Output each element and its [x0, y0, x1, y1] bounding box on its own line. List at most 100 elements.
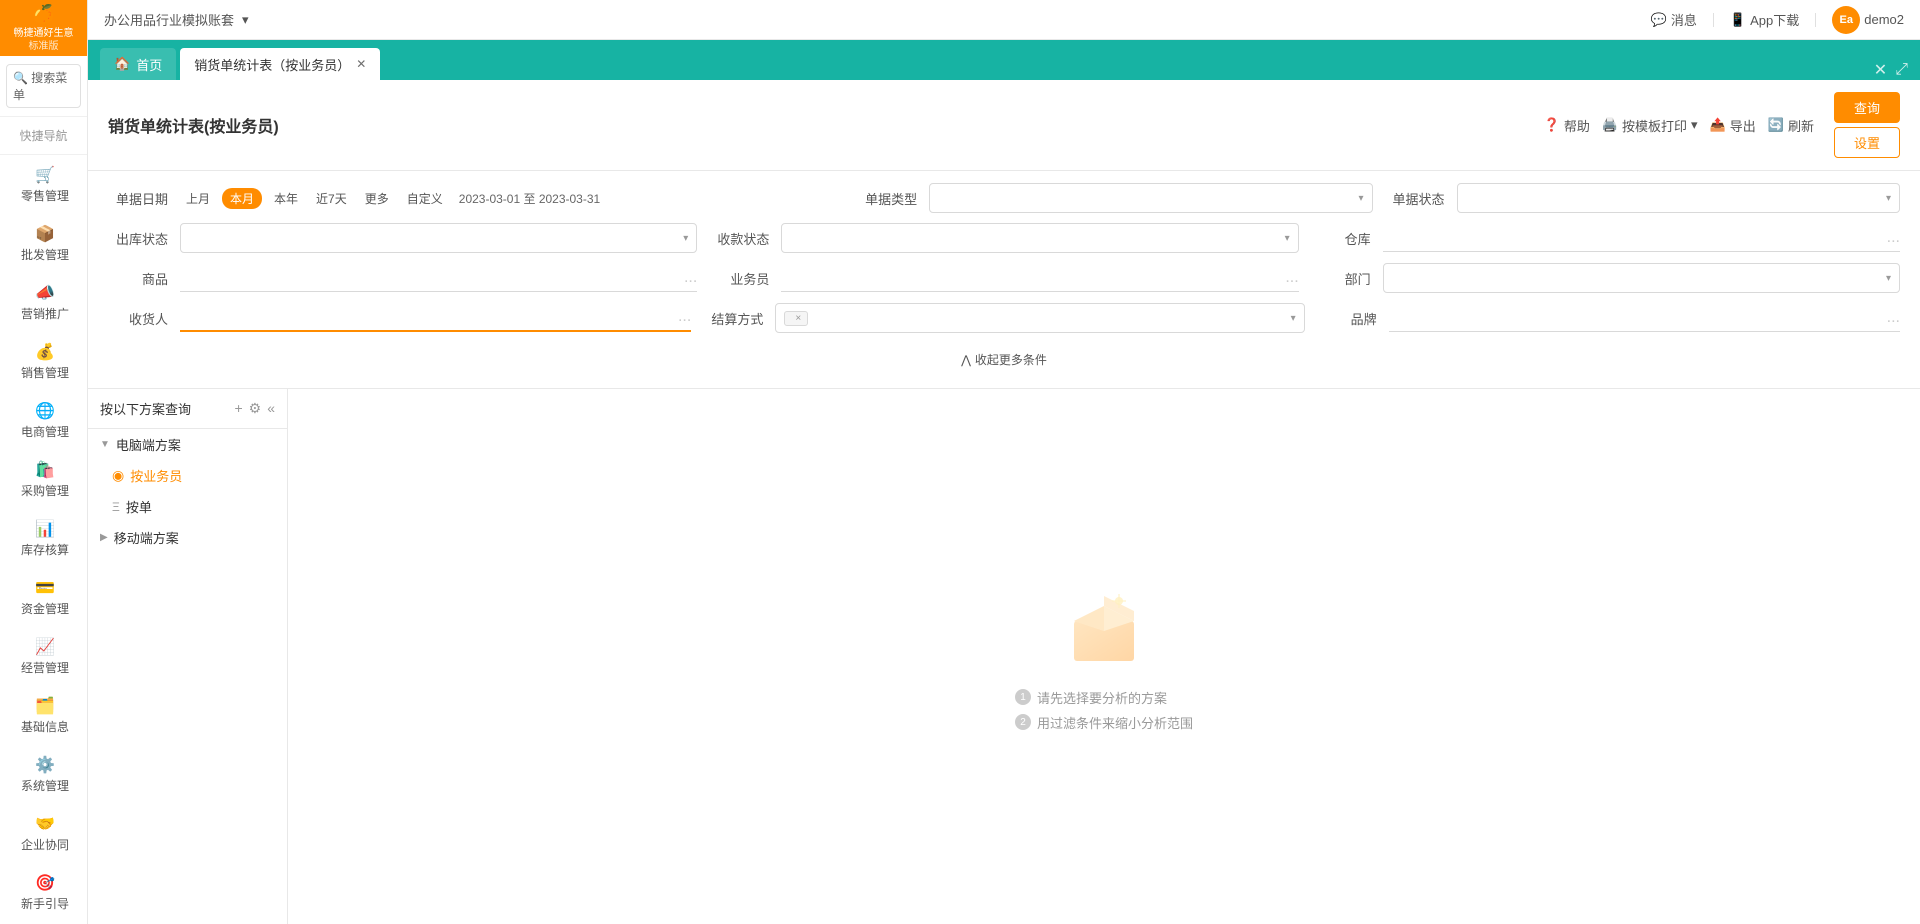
sidebar-item-retail-label: 零售管理: [21, 189, 69, 203]
download-icon: 📱: [1730, 12, 1746, 28]
tip-text-2: 用过滤条件来缩小分析范围: [1037, 713, 1193, 732]
sidebar-item-retail[interactable]: 🛒 零售管理: [0, 155, 87, 214]
user-label: demo2: [1864, 12, 1904, 27]
page-actions: ❓ 帮助 🖨️ 按模板打印 ▾ 📤 导出 🔄 刷新 查询: [1544, 92, 1900, 170]
sidebar-item-newbie[interactable]: 🎯 新手引导: [0, 863, 87, 922]
date-btn-this-year[interactable]: 本年: [268, 188, 304, 209]
sidebar-item-newbie-label: 新手引导: [21, 897, 69, 911]
tree-label-salesman: 按业务员: [130, 466, 182, 485]
sidebar-item-cooperation[interactable]: 🤝 企业协同: [0, 804, 87, 863]
set-button[interactable]: 设置: [1834, 127, 1900, 158]
tab-sales-stat[interactable]: 销货单统计表（按业务员） ✕: [180, 48, 380, 80]
sidebar-item-basic[interactable]: 🗂️ 基础信息: [0, 686, 87, 745]
help-btn[interactable]: ❓ 帮助: [1544, 116, 1590, 135]
salesman-dots[interactable]: ...: [1285, 269, 1298, 287]
topbar: 办公用品行业模拟账套 ▾ 💬 消息 📱 App下载 Ea demo2: [88, 0, 1920, 40]
collapse-icon: ⋀: [961, 353, 971, 367]
query-button[interactable]: 查询: [1834, 92, 1900, 123]
empty-tips: 1 请先选择要分析的方案 2 用过滤条件来缩小分析范围: [1015, 688, 1193, 738]
add-scheme-btn[interactable]: +: [234, 400, 242, 417]
sidebar-item-inventory[interactable]: 📊 库存核算: [0, 509, 87, 568]
sidebar-item-wholesale[interactable]: 📦 批发管理: [0, 214, 87, 273]
left-panel: 按以下方案查询 + ⚙ « ▼ 电脑端方案 ◉ 按业务员: [88, 389, 288, 924]
search-menu-button[interactable]: 🔍 搜索菜单: [6, 64, 81, 108]
refresh-btn[interactable]: 🔄 刷新: [1768, 116, 1814, 135]
doc-type-control: ▾: [929, 183, 1372, 213]
left-panel-icons: + ⚙ «: [234, 400, 275, 417]
sidebar-item-finance[interactable]: 💳 资金管理: [0, 568, 87, 627]
sidebar-item-purchase[interactable]: 🛍️ 采购管理: [0, 450, 87, 509]
goods-input[interactable]: [180, 270, 684, 285]
message-icon: 💬: [1651, 12, 1667, 28]
receiver-input[interactable]: [180, 310, 678, 325]
recv-status-arrow: ▾: [1285, 233, 1290, 244]
date-filter-control: 上月 本月 本年 近7天 更多 自定义 2023-03-01 至 2023-03…: [180, 188, 845, 209]
date-btn-this-month[interactable]: 本月: [222, 188, 262, 209]
sidebar-item-wholesale-label: 批发管理: [21, 248, 69, 262]
date-btn-7days[interactable]: 近7天: [310, 188, 353, 209]
payment-tag-close[interactable]: ×: [795, 313, 801, 324]
settings-scheme-btn[interactable]: ⚙: [249, 400, 262, 417]
date-btn-custom[interactable]: 自定义: [401, 188, 449, 209]
tree-item-desktop[interactable]: ▼ 电脑端方案: [88, 429, 287, 460]
sidebar-item-sales[interactable]: 💰 销售管理: [0, 332, 87, 391]
payment-label: 结算方式: [703, 309, 763, 328]
sidebar-item-ecommerce[interactable]: 🌐 电商管理: [0, 391, 87, 450]
tabbar-actions: ✕ ⤢: [1874, 60, 1908, 80]
sales-icon: 💰: [7, 342, 83, 362]
collapse-btn[interactable]: ⋀ 收起更多条件: [108, 343, 1900, 376]
user-profile[interactable]: Ea demo2: [1832, 6, 1904, 34]
tab-home[interactable]: 🏠 首页: [100, 48, 176, 80]
date-btn-last-month[interactable]: 上月: [180, 188, 216, 209]
brand-dots[interactable]: ...: [1887, 309, 1900, 327]
receiver-control: ...: [180, 304, 691, 332]
quick-nav-label: 快捷导航: [6, 123, 81, 148]
refresh-label: 刷新: [1788, 116, 1814, 135]
brand-control: ...: [1389, 305, 1900, 332]
brand-input[interactable]: [1389, 310, 1887, 325]
close-tab-btn[interactable]: ✕: [1874, 60, 1887, 80]
tree-item-press[interactable]: Ξ 按单: [88, 491, 287, 522]
goods-dots[interactable]: ...: [684, 269, 697, 287]
app-download-btn[interactable]: 📱 App下载: [1730, 10, 1799, 29]
doc-type-dropdown[interactable]: ▾: [929, 183, 1372, 213]
doc-status-label: 单据状态: [1385, 189, 1445, 208]
account-dropdown[interactable]: ▾: [242, 12, 249, 28]
filter-row-2: 出库状态 ▾ 收款状态 ▾ 仓库 ...: [108, 223, 1900, 253]
doc-status-dropdown[interactable]: ▾: [1457, 183, 1900, 213]
home-icon: 🏠: [114, 56, 130, 72]
sidebar-item-operation[interactable]: 📈 经营管理: [0, 627, 87, 686]
tree-item-mobile[interactable]: ▶ 移动端方案: [88, 522, 287, 553]
wholesale-icon: 📦: [7, 224, 83, 244]
sidebar-item-system[interactable]: ⚙️ 系统管理: [0, 745, 87, 804]
tab-close-icon[interactable]: ✕: [356, 57, 366, 71]
app-download-label: App下载: [1750, 10, 1799, 29]
filter-panel: 单据日期 上月 本月 本年 近7天 更多 自定义 2023-03-01 至 20…: [88, 171, 1920, 389]
out-status-dropdown[interactable]: ▾: [180, 223, 697, 253]
divider2: [1815, 13, 1816, 27]
date-btn-more[interactable]: 更多: [359, 188, 395, 209]
recv-status-dropdown[interactable]: ▾: [781, 223, 1298, 253]
receiver-dots[interactable]: ...: [678, 308, 691, 326]
empty-state: 1 请先选择要分析的方案 2 用过滤条件来缩小分析范围: [1015, 576, 1193, 738]
warehouse-control: ...: [1383, 225, 1900, 252]
salesman-input[interactable]: [781, 270, 1285, 285]
marketing-icon: 📣: [7, 283, 83, 303]
warehouse-dots[interactable]: ...: [1887, 229, 1900, 247]
filter-row-4: 收货人 ... 结算方式 × ▾ 品牌 ...: [108, 303, 1900, 333]
export-btn[interactable]: 📤 导出: [1710, 116, 1756, 135]
tree-item-salesman[interactable]: ◉ 按业务员: [88, 460, 287, 491]
sidebar-item-operation-label: 经营管理: [21, 661, 69, 675]
warehouse-input[interactable]: [1383, 230, 1887, 245]
collapse-panel-btn[interactable]: «: [267, 400, 275, 417]
print-btn[interactable]: 🖨️ 按模板打印 ▾: [1602, 116, 1698, 135]
message-btn[interactable]: 💬 消息: [1651, 10, 1697, 29]
dept-control: ▾: [1383, 263, 1900, 293]
out-status-control: ▾: [180, 223, 697, 253]
expand-btn[interactable]: ⤢: [1895, 61, 1908, 79]
empty-box-icon: [1054, 576, 1154, 676]
dept-dropdown[interactable]: ▾: [1383, 263, 1900, 293]
export-label: 导出: [1730, 116, 1756, 135]
sidebar-item-marketing[interactable]: 📣 营销推广: [0, 273, 87, 332]
finance-icon: 💳: [7, 578, 83, 598]
